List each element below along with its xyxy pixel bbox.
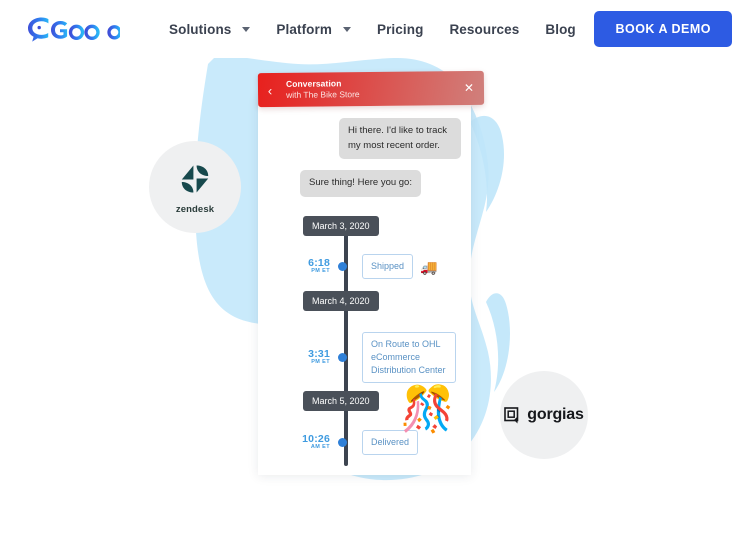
- chat-message-row: Hi there. I'd like to track my most rece…: [258, 118, 471, 160]
- timeline-event-time: 10:26 AM ET: [258, 434, 340, 451]
- chat-widget-header: ‹ Conversation with The Bike Store ✕: [257, 70, 485, 108]
- nav-label: Pricing: [376, 21, 424, 37]
- chat-message-bot: Sure thing! Here you go:: [300, 170, 421, 198]
- nav-item-blog[interactable]: Blog: [532, 9, 588, 49]
- nav-links: Solutions Platform Pricing Resources Blo…: [156, 9, 589, 49]
- book-a-demo-button[interactable]: BOOK A DEMO: [594, 11, 732, 47]
- timeline-dot-icon: [338, 438, 347, 448]
- nav-label: Platform: [276, 21, 332, 37]
- chat-subtitle: with The Bike Store: [286, 88, 360, 100]
- timeline-dot-icon: [338, 262, 347, 272]
- nav-item-resources[interactable]: Resources: [436, 9, 532, 49]
- nav-label: Solutions: [169, 21, 232, 37]
- timeline-event-time: 3:31 PM ET: [258, 349, 340, 366]
- truck-icon: 🚚: [420, 258, 438, 275]
- timeline-time-meridiem: PM ET: [311, 359, 330, 366]
- integration-badge-zendesk[interactable]: zendesk: [149, 141, 241, 233]
- timeline-event-time: 6:18 PM ET: [258, 258, 340, 275]
- gorgias-icon: [504, 406, 519, 423]
- integration-badge-gorgias[interactable]: gorgias: [500, 371, 588, 459]
- close-icon[interactable]: ✕: [456, 81, 482, 95]
- chat-message-list: Hi there. I'd like to track my most rece…: [258, 118, 471, 198]
- gobot-logo-icon: [28, 17, 120, 42]
- confetti-icon: 🎊: [400, 385, 455, 434]
- nav-label: Blog: [545, 21, 576, 37]
- chevron-down-icon: [342, 26, 351, 32]
- chat-message-row: Sure thing! Here you go:: [258, 170, 471, 198]
- chevron-down-icon: [242, 26, 251, 32]
- timeline-time-meridiem: AM ET: [310, 444, 330, 451]
- gorgias-label: gorgias: [527, 406, 584, 423]
- timeline-event: 3:31 PM ET On Route to OHL eCommerce Dis…: [258, 332, 471, 384]
- nav-item-solutions[interactable]: Solutions: [156, 9, 263, 49]
- zendesk-icon: [181, 165, 209, 193]
- chat-header-titles: Conversation with The Bike Store: [282, 77, 456, 100]
- chat-message-user: Hi there. I'd like to track my most rece…: [339, 118, 461, 160]
- timeline-event: 6:18 PM ET Shipped 🚚: [258, 254, 471, 280]
- timeline-status-label: Shipped: [362, 254, 414, 280]
- nav-label: Resources: [449, 21, 520, 37]
- back-icon[interactable]: ‹: [258, 83, 282, 98]
- timeline-date-chip: March 5, 2020: [303, 391, 379, 411]
- nav-item-pricing[interactable]: Pricing: [364, 9, 436, 49]
- landing-page: Solutions Platform Pricing Resources Blo…: [0, 0, 750, 546]
- top-navbar: Solutions Platform Pricing Resources Blo…: [0, 0, 750, 58]
- nav-item-platform[interactable]: Platform: [263, 9, 364, 49]
- timeline-dot-icon: [338, 353, 347, 363]
- timeline-status-label: On Route to OHL eCommerce Distribution C…: [362, 332, 456, 384]
- gobot-logo[interactable]: [24, 9, 120, 49]
- timeline-time-meridiem: PM ET: [311, 268, 330, 275]
- timeline-date-chip: March 4, 2020: [303, 291, 379, 311]
- zendesk-label: zendesk: [175, 204, 215, 215]
- timeline-date-chip: March 3, 2020: [303, 216, 379, 236]
